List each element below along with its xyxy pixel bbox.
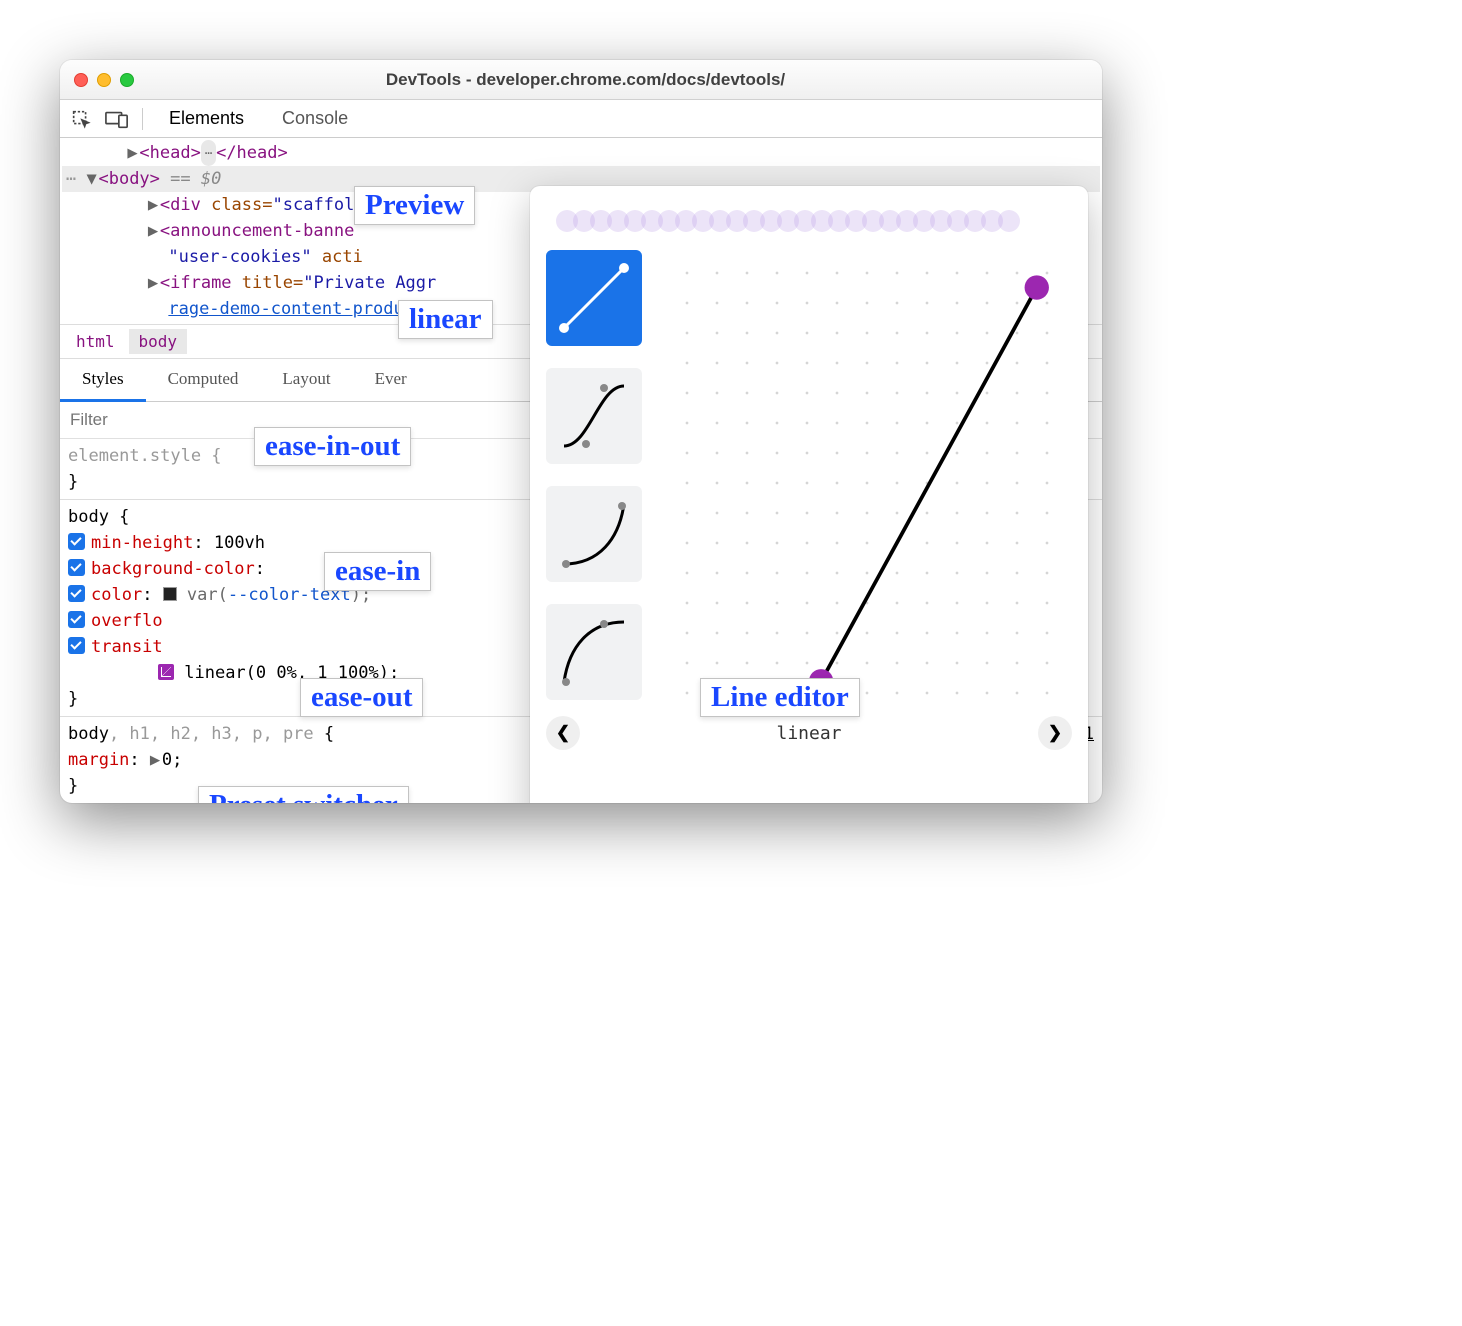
preset-ease-out[interactable]	[546, 604, 642, 700]
device-mode-icon[interactable]	[102, 106, 132, 132]
collapse-icon[interactable]: ▼	[86, 166, 98, 192]
expand-icon[interactable]: ▶	[148, 218, 160, 244]
expand-icon[interactable]: ▶	[148, 270, 160, 296]
chevron-right-icon: ❯	[1048, 723, 1062, 743]
crumb-html[interactable]: html	[66, 329, 125, 354]
prop-toggle-checkbox[interactable]	[68, 559, 85, 576]
current-preset-label: linear	[776, 723, 841, 744]
animation-preview-strip[interactable]	[546, 204, 1072, 238]
anno-linear: linear	[398, 300, 493, 339]
window-title: DevTools - developer.chrome.com/docs/dev…	[83, 70, 1088, 90]
tab-console[interactable]: Console	[266, 102, 364, 135]
anno-preset-switcher: Preset switcher	[198, 786, 409, 803]
control-point-end[interactable]	[1025, 275, 1049, 299]
devtools-window: DevTools - developer.chrome.com/docs/dev…	[60, 60, 1102, 803]
prop-toggle-checkbox[interactable]	[68, 611, 85, 628]
subtab-events[interactable]: Ever	[353, 359, 429, 401]
devtools-toolbar: Elements Console	[60, 100, 1102, 138]
next-preset-button[interactable]: ❯	[1038, 716, 1072, 750]
inspect-element-icon[interactable]	[66, 106, 96, 132]
easing-swatch-icon[interactable]	[158, 664, 174, 680]
anno-ease-in: ease-in	[324, 552, 431, 591]
dom-head-row[interactable]: ▶<head>⋯</head>	[62, 140, 1100, 166]
window-titlebar: DevTools - developer.chrome.com/docs/dev…	[60, 60, 1102, 100]
preset-ease-in-out[interactable]	[546, 368, 642, 464]
expand-icon[interactable]: ▶	[127, 140, 139, 166]
preset-linear[interactable]	[546, 250, 642, 346]
expand-icon[interactable]: ▶	[148, 192, 160, 218]
subtab-layout[interactable]: Layout	[260, 359, 352, 401]
anno-ease-in-out: ease-in-out	[254, 427, 411, 466]
crumb-body[interactable]: body	[129, 329, 188, 354]
prop-toggle-checkbox[interactable]	[68, 637, 85, 654]
anno-line-editor: Line editor	[700, 678, 860, 717]
ellipsis-badge[interactable]: ⋯	[201, 140, 216, 166]
anno-ease-out: ease-out	[300, 678, 423, 717]
easing-presets-column	[546, 250, 642, 700]
chevron-left-icon: ❮	[556, 723, 570, 743]
subtab-styles[interactable]: Styles	[60, 359, 146, 402]
anno-preview: Preview	[354, 186, 475, 225]
separator	[142, 108, 143, 130]
tab-elements[interactable]: Elements	[153, 102, 260, 135]
work-area: ▶<head>⋯</head> ⋯ ▼<body> == $0 ▶<div cl…	[60, 138, 1102, 803]
prop-toggle-checkbox[interactable]	[68, 533, 85, 550]
prev-preset-button[interactable]: ❮	[546, 716, 580, 750]
preset-ease-in[interactable]	[546, 486, 642, 582]
expand-shorthand-icon[interactable]: ▶	[150, 747, 162, 773]
prop-toggle-checkbox[interactable]	[68, 585, 85, 602]
color-swatch[interactable]	[163, 587, 177, 601]
line-editor-canvas[interactable]	[664, 250, 1072, 700]
subtab-computed[interactable]: Computed	[146, 359, 261, 401]
preset-switcher-row: ❮ linear ❯	[546, 716, 1072, 750]
